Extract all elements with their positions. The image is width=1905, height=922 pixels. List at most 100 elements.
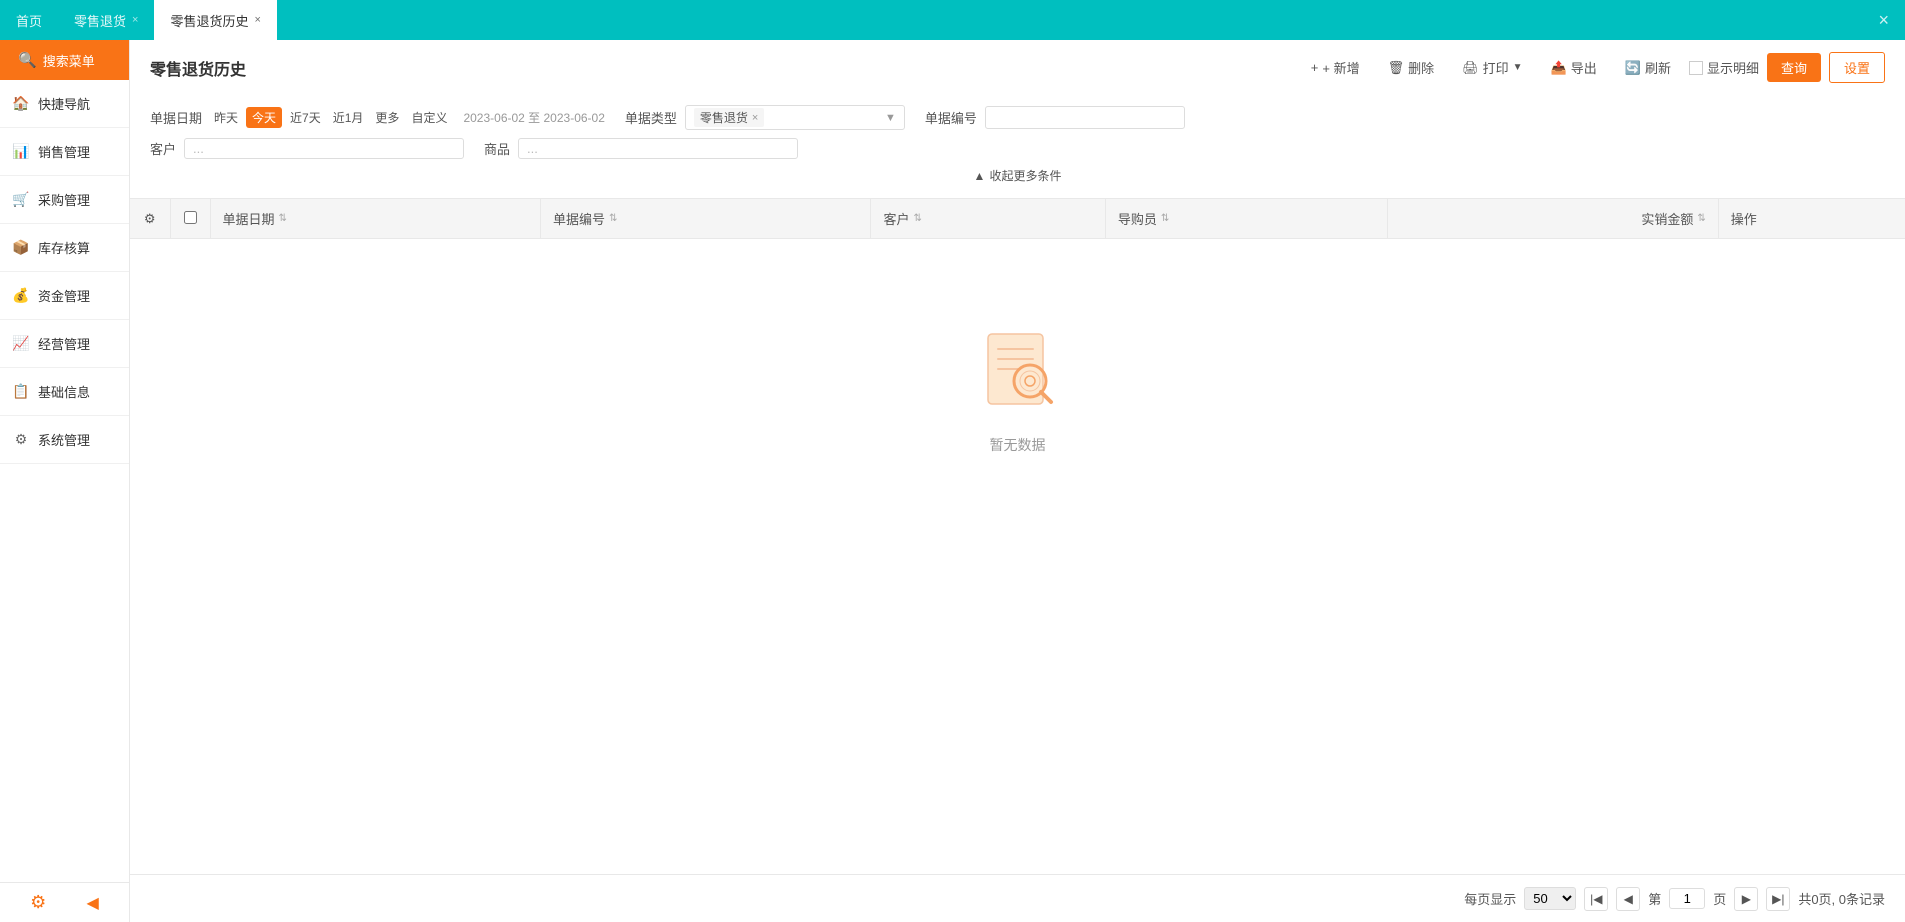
doc-type-tag: 零售退货 × <box>694 108 764 127</box>
th-actual-amount-label: 实销金额 <box>1641 209 1693 228</box>
date-option-custom[interactable]: 自定义 <box>407 107 451 128</box>
tab-retail-return-close[interactable]: × <box>132 14 138 26</box>
sort-icon-customer: ⇅ <box>913 213 921 224</box>
th-guide[interactable]: 导购员 ⇅ <box>1105 199 1387 239</box>
sidebar-item-purchase[interactable]: 🛒 采购管理 <box>0 176 129 224</box>
goods-filter: 商品 ... <box>484 138 798 159</box>
doc-no-input[interactable] <box>985 106 1185 129</box>
empty-state: 暂无数据 <box>130 239 1905 535</box>
customer-placeholder: ... <box>193 141 204 156</box>
sidebar-item-finance[interactable]: 💰 资金管理 <box>0 272 129 320</box>
th-operation-label: 操作 <box>1731 212 1757 227</box>
print-arrow: ▼ <box>1513 62 1523 73</box>
sort-icon-actual-amount: ⇅ <box>1697 213 1705 224</box>
sidebar-search[interactable]: 🔍 搜索菜单 <box>0 40 129 80</box>
sidebar-item-label: 资金管理 <box>38 286 90 305</box>
first-page-button[interactable]: |◀ <box>1584 887 1608 911</box>
goods-label: 商品 <box>484 139 510 158</box>
export-label: 导出 <box>1571 58 1597 77</box>
operations-icon: 📈 <box>12 335 30 353</box>
tab-home[interactable]: 首页 <box>0 0 58 40</box>
collapse-button[interactable]: ▲ 收起更多条件 <box>974 167 1062 184</box>
customer-filter: 客户 ... <box>150 138 464 159</box>
select-all-checkbox[interactable] <box>184 211 197 224</box>
sidebar-item-system[interactable]: ⚙ 系统管理 <box>0 416 129 464</box>
last-page-button[interactable]: ▶| <box>1766 887 1790 911</box>
th-customer[interactable]: 客户 ⇅ <box>871 199 1105 239</box>
sidebar-item-label: 库存核算 <box>38 238 90 257</box>
doc-type-tag-text: 零售退货 <box>700 109 748 126</box>
date-option-more[interactable]: 更多 <box>371 107 403 128</box>
top-bar: 首页 零售退货 × 零售退货历史 × × <box>0 0 1905 40</box>
tab-retail-return[interactable]: 零售退货 × <box>58 0 154 40</box>
sort-icon-guide: ⇅ <box>1161 213 1169 224</box>
page-title-row: 零售退货历史 + + 新增 🗑 删除 🖨 打印 ▼ <box>150 52 1885 83</box>
goods-placeholder: ... <box>527 141 538 156</box>
sidebar-collapse-icon[interactable]: ◀ <box>87 893 99 913</box>
th-doc-no[interactable]: 单据编号 ⇅ <box>540 199 870 239</box>
sidebar-item-quick-nav[interactable]: 🏠 快捷导航 <box>0 80 129 128</box>
finance-icon: 💰 <box>12 287 30 305</box>
next-page-button[interactable]: ▶ <box>1734 887 1758 911</box>
new-button[interactable]: + + 新增 <box>1301 53 1370 82</box>
refresh-button[interactable]: 🔄 刷新 <box>1615 53 1681 82</box>
empty-cell: 暂无数据 <box>130 239 1905 536</box>
total-records-text: 共0页, 0条记录 <box>1798 889 1885 908</box>
sidebar-item-sales[interactable]: 📊 销售管理 <box>0 128 129 176</box>
doc-type-input[interactable]: 零售退货 × ▼ <box>685 105 905 130</box>
sidebar-bottom: ⚙ ◀ <box>0 882 129 922</box>
pagination: 每页显示 10 20 50 100 |◀ ◀ 第 页 ▶ ▶| 共0页, 0条记… <box>130 874 1905 922</box>
doc-type-dropdown-arrow: ▼ <box>885 112 896 124</box>
purchase-icon: 🛒 <box>12 191 30 209</box>
sidebar-item-operations[interactable]: 📈 经营管理 <box>0 320 129 368</box>
new-icon: + <box>1311 60 1319 75</box>
per-page-select[interactable]: 10 20 50 100 <box>1524 887 1576 910</box>
display-detail-toggle[interactable]: 显示明细 <box>1689 58 1759 77</box>
sidebar-item-label: 经营管理 <box>38 334 90 353</box>
goods-input[interactable]: ... <box>518 138 798 159</box>
page-number-input[interactable] <box>1669 888 1705 909</box>
sidebar-item-label: 系统管理 <box>38 430 90 449</box>
tab-retail-return-history[interactable]: 零售退货历史 × <box>154 0 276 40</box>
date-filter-label: 单据日期 <box>150 108 202 127</box>
settings-button[interactable]: 设置 <box>1829 52 1885 83</box>
data-table: ⚙ 单据日期 ⇅ 单据编号 <box>130 199 1905 535</box>
date-option-7days[interactable]: 近7天 <box>286 107 325 128</box>
date-option-yesterday[interactable]: 昨天 <box>210 107 242 128</box>
delete-button[interactable]: 🗑 删除 <box>1378 53 1445 82</box>
export-button[interactable]: 📤 导出 <box>1541 53 1607 82</box>
doc-type-tag-remove[interactable]: × <box>752 112 758 124</box>
refresh-icon: 🔄 <box>1625 60 1641 76</box>
tab-retail-return-history-label: 零售退货历史 <box>170 11 248 30</box>
display-detail-checkbox[interactable] <box>1689 61 1703 75</box>
main-layout: 🔍 搜索菜单 🏠 快捷导航 📊 销售管理 🛒 采购管理 📦 库存核算 💰 <box>0 40 1905 922</box>
date-option-1month[interactable]: 近1月 <box>329 107 368 128</box>
home-icon: 🏠 <box>12 95 30 113</box>
delete-label: 删除 <box>1408 58 1434 77</box>
window-close-button[interactable]: × <box>1878 10 1889 31</box>
sidebar-item-basic-info[interactable]: 📋 基础信息 <box>0 368 129 416</box>
refresh-label: 刷新 <box>1645 58 1671 77</box>
table-header-row: ⚙ 单据日期 ⇅ 单据编号 <box>130 199 1905 239</box>
doc-type-filter: 单据类型 零售退货 × ▼ <box>625 105 905 130</box>
table-body: 暂无数据 <box>130 239 1905 536</box>
delete-icon: 🗑 <box>1388 60 1405 76</box>
empty-text: 暂无数据 <box>990 435 1046 455</box>
tab-retail-return-history-close[interactable]: × <box>254 14 260 26</box>
th-doc-date[interactable]: 单据日期 ⇅ <box>210 199 540 239</box>
date-filter: 单据日期 昨天 今天 近7天 近1月 更多 自定义 2023-06-02 至 2… <box>150 107 605 128</box>
customer-input[interactable]: ... <box>184 138 464 159</box>
settings-label: 设置 <box>1844 58 1870 77</box>
print-button[interactable]: 🖨 打印 ▼ <box>1452 53 1532 82</box>
search-icon: 🔍 <box>18 51 37 69</box>
sidebar-settings-icon[interactable]: ⚙ <box>30 892 46 913</box>
sidebar-item-label: 销售管理 <box>38 142 90 161</box>
page-label: 第 <box>1648 889 1661 908</box>
th-actual-amount[interactable]: 实销金额 ⇅ <box>1388 199 1718 239</box>
query-button[interactable]: 查询 <box>1767 53 1821 82</box>
prev-page-button[interactable]: ◀ <box>1616 887 1640 911</box>
sidebar-item-inventory[interactable]: 📦 库存核算 <box>0 224 129 272</box>
date-option-today[interactable]: 今天 <box>246 107 282 128</box>
th-settings[interactable]: ⚙ <box>130 199 170 239</box>
th-checkbox[interactable] <box>170 199 210 239</box>
